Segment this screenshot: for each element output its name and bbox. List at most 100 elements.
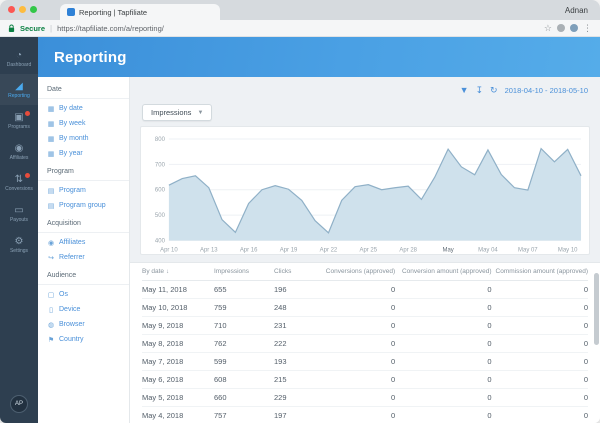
dashboard-icon: ◔ — [15, 50, 23, 61]
svg-text:Apr 25: Apr 25 — [359, 247, 377, 253]
address-bar[interactable]: Secure | https://tapfiliate.com/a/report… — [0, 20, 600, 37]
users-icon: ◉ — [47, 239, 55, 247]
programs-icon: ▣ — [14, 112, 24, 123]
table-cell: 762 — [214, 339, 227, 349]
browser-tab[interactable]: Reporting | Tapfiliate — [60, 4, 220, 20]
sidebar-item-reporting[interactable]: ◢ Reporting — [0, 74, 38, 105]
zoom-window-button[interactable] — [30, 6, 37, 13]
download-icon[interactable]: ↧ — [476, 85, 484, 95]
secure-label: Secure — [20, 23, 46, 33]
date-range-picker[interactable]: 2018-04-10 - 2018-05-10 — [505, 86, 588, 95]
browser-menu-icon[interactable]: ⋮ — [583, 23, 592, 33]
filter-label: By year — [59, 150, 83, 157]
settings-icon: ⚙ — [14, 236, 24, 247]
column-header[interactable]: Impressions — [214, 263, 274, 280]
filter-browser[interactable]: ◍ Browser — [38, 317, 129, 332]
svg-text:May 10: May 10 — [558, 247, 578, 253]
table-row[interactable]: May 4, 2018 757 197 0 0 0 — [142, 407, 588, 423]
svg-text:May: May — [442, 247, 453, 253]
close-window-button[interactable] — [8, 6, 15, 13]
browser-tab-bar: Reporting | Tapfiliate Adnan — [0, 0, 600, 20]
refresh-icon[interactable]: ↻ — [490, 85, 498, 95]
table-cell: 0 — [583, 285, 588, 295]
filter-device[interactable]: ▯ Device — [38, 302, 129, 317]
filter-by-month[interactable]: ▦ By month — [38, 131, 129, 146]
table-cell: May 9, 2018 — [142, 321, 184, 331]
tapfiliate-app: ◔ Dashboard ◢ Reporting ▣ Programs ◉ Affiliates… — [0, 37, 600, 423]
metric-dropdown[interactable]: Impressions ▼ — [142, 104, 213, 121]
padlock-icon — [8, 24, 15, 33]
minimize-window-button[interactable] — [19, 6, 26, 13]
table-row[interactable]: May 5, 2018 660 229 0 0 0 — [142, 389, 588, 408]
calendar-icon: ▦ — [47, 105, 55, 113]
filter-by-year[interactable]: ▦ By year — [38, 146, 129, 161]
sidebar-item-affiliates[interactable]: ◉ Affiliates — [0, 136, 38, 167]
filter-icon[interactable]: ▼ — [460, 85, 469, 95]
svg-text:600: 600 — [155, 188, 166, 194]
column-header[interactable]: By date ↓ — [142, 263, 214, 280]
table-cell: 0 — [390, 339, 396, 349]
column-header[interactable]: Clicks — [274, 263, 318, 280]
table-cell: 0 — [583, 339, 588, 349]
svg-text:800: 800 — [155, 137, 166, 143]
filter-program-group[interactable]: ▤ Program group — [38, 198, 129, 213]
filter-section: Program ▤ Program ▤ Program group — [38, 163, 129, 215]
url-separator: | — [50, 23, 53, 33]
table-cell: 0 — [390, 285, 396, 295]
table-row[interactable]: May 8, 2018 762 222 0 0 0 — [142, 335, 588, 354]
filter-referrer[interactable]: ↪ Referrer — [38, 250, 129, 265]
extension-icon[interactable] — [557, 24, 565, 32]
bookmark-star-icon[interactable]: ☆ — [544, 23, 552, 33]
table-row[interactable]: May 6, 2018 608 215 0 0 0 — [142, 371, 588, 390]
filter-by-date[interactable]: ▦ By date — [38, 101, 129, 116]
table-row[interactable]: May 9, 2018 710 231 0 0 0 — [142, 317, 588, 336]
svg-text:May 04: May 04 — [478, 247, 498, 253]
table-cell: 660 — [214, 393, 227, 403]
area-chart: 400 500 600 700 800 Apr 10 Apr 13 Apr 16 Apr 19 A… — [155, 137, 582, 253]
column-header[interactable]: Conversions (approved) — [318, 263, 395, 280]
extension-icon[interactable] — [570, 24, 578, 32]
svg-text:Apr 19: Apr 19 — [280, 247, 298, 253]
table-cell: 759 — [214, 303, 227, 313]
table-cell: 655 — [214, 285, 227, 295]
sidebar-item-settings[interactable]: ⚙ Settings — [0, 229, 38, 260]
table-row[interactable]: May 7, 2018 599 193 0 0 0 — [142, 353, 588, 372]
filter-program[interactable]: ▤ Program — [38, 183, 129, 198]
filter-label: By month — [59, 135, 89, 142]
table-cell: 197 — [274, 411, 287, 421]
reporting-icon: ◢ — [15, 81, 23, 92]
table-row[interactable]: May 10, 2018 759 248 0 0 0 — [142, 299, 588, 318]
svg-text:Apr 28: Apr 28 — [399, 247, 417, 253]
main-column: Reporting Date ▦ By date ▦ By week ▦ By month ▦… — [38, 37, 600, 423]
filter-by-week[interactable]: ▦ By week — [38, 116, 129, 131]
column-header[interactable]: Commission amount (approved) — [492, 263, 588, 280]
table-cell: 0 — [583, 393, 588, 403]
filter-os[interactable]: ▢ Os — [38, 287, 129, 302]
table-cell: May 10, 2018 — [142, 303, 188, 313]
table-cell: 710 — [214, 321, 227, 331]
table-cell: 0 — [583, 411, 588, 421]
calendar-icon: ▦ — [47, 135, 55, 143]
sidebar-item-dashboard[interactable]: ◔ Dashboard — [0, 43, 38, 74]
url-text: https://tapfiliate.com/a/reporting/ — [57, 23, 164, 33]
table-cell: 757 — [214, 411, 227, 421]
sidebar-item-programs[interactable]: ▣ Programs — [0, 105, 38, 136]
browser-profile-name[interactable]: Adnan — [565, 6, 588, 15]
scrollbar-thumb[interactable] — [594, 273, 599, 345]
sidebar-item-payouts[interactable]: ▭ Payouts — [0, 198, 38, 229]
sidebar-item-label: Conversions — [5, 186, 33, 192]
table-cell: 215 — [274, 375, 287, 385]
avatar[interactable]: AP — [10, 395, 28, 413]
filter-affiliates[interactable]: ◉ Affiliates — [38, 235, 129, 250]
column-header[interactable]: Conversion amount (approved) — [395, 263, 492, 280]
filter-country[interactable]: ⚑ Country — [38, 332, 129, 347]
folder-icon: ▤ — [47, 202, 55, 210]
filter-label: Os — [59, 291, 68, 298]
table-cell: 0 — [487, 321, 492, 331]
table-cell: 0 — [487, 393, 492, 403]
table-header-row: By date ↓ Impressions Clicks Conversions (ap… — [142, 263, 588, 282]
sidebar-item-conversions[interactable]: ⇅ Conversions — [0, 167, 38, 198]
table-row[interactable]: May 11, 2018 655 196 0 0 0 — [142, 281, 588, 300]
filter-section-title: Date — [38, 86, 129, 99]
filter-label: Referrer — [59, 254, 85, 261]
